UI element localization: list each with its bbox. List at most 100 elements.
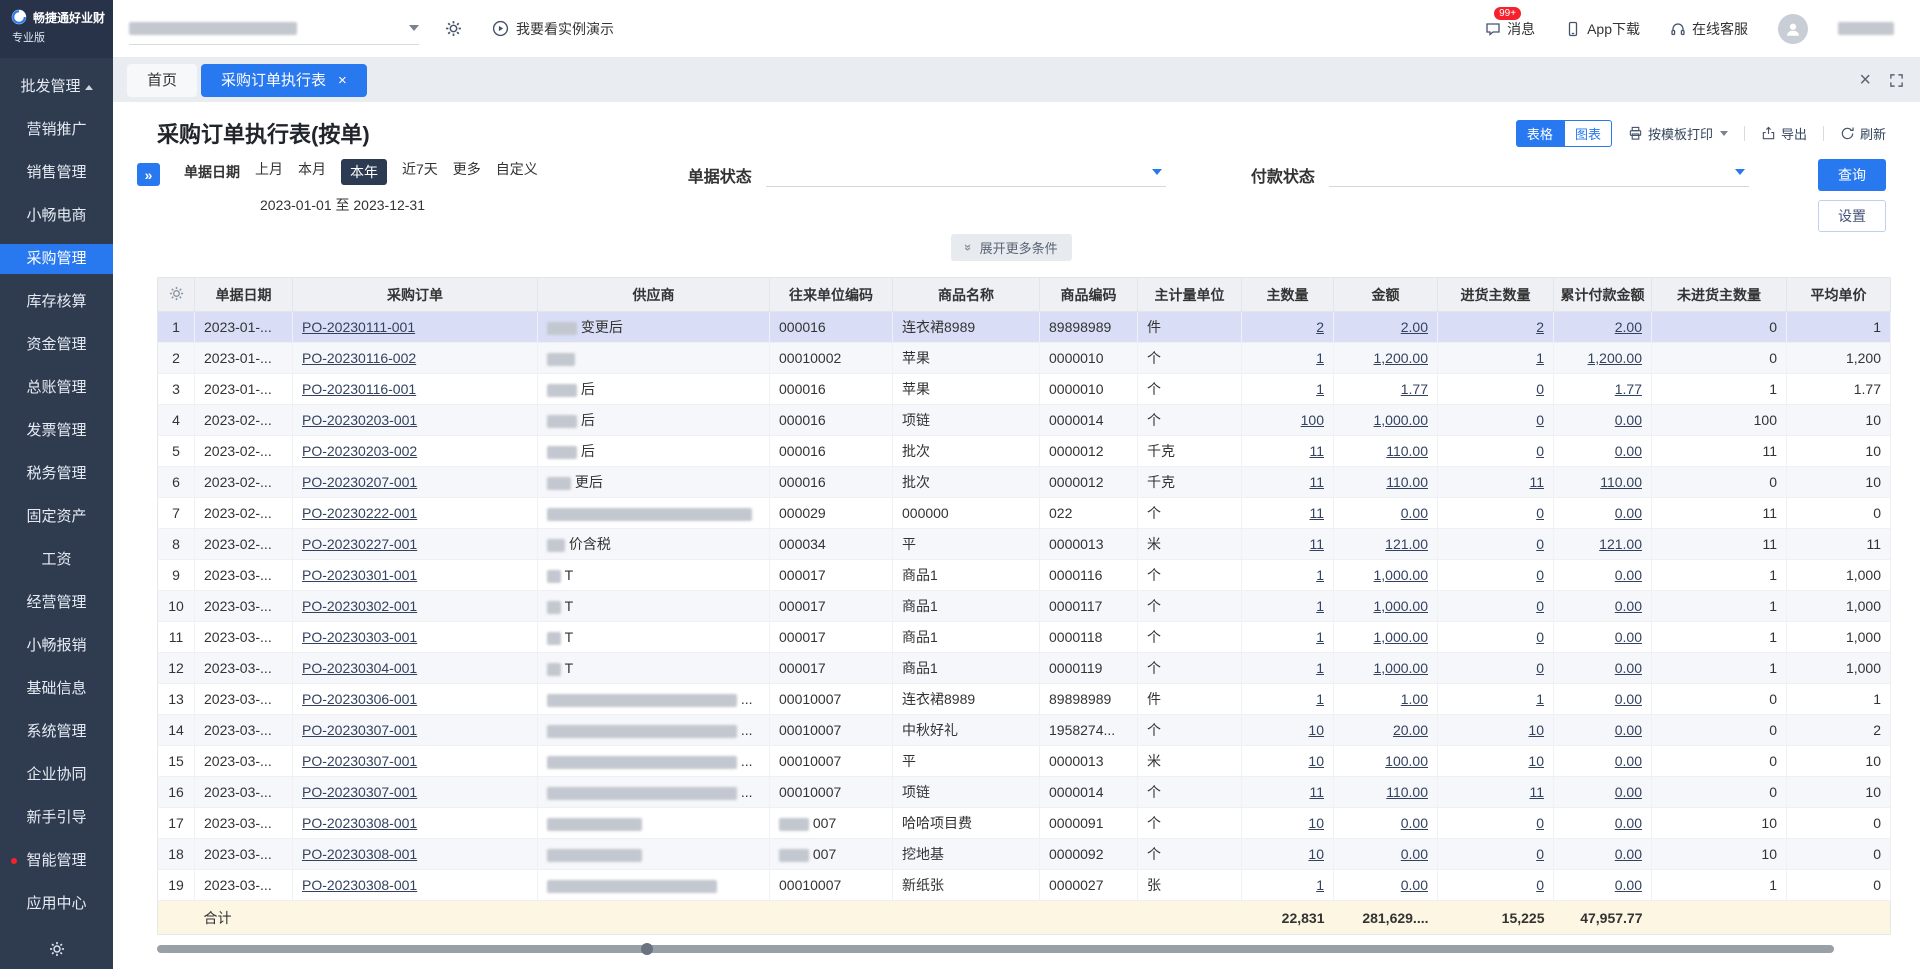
avatar[interactable] — [1778, 13, 1808, 44]
table-row[interactable]: 4 2023-02-... PO-20230203-001 后 000016 项链 000… — [157, 404, 1891, 436]
sidebar-settings-button[interactable] — [0, 929, 113, 969]
drill-link[interactable]: 0.00 — [1615, 753, 1642, 769]
sidebar-item-新手引导[interactable]: 新手引导 — [0, 803, 113, 833]
column-header[interactable]: 商品名称 — [892, 277, 1040, 312]
drill-link[interactable]: 0 — [1536, 877, 1544, 893]
drill-link[interactable]: 100 — [1301, 412, 1324, 428]
sidebar-item-资金管理[interactable]: 资金管理 — [0, 330, 113, 360]
column-settings-button[interactable] — [157, 277, 195, 312]
table-row[interactable]: 3 2023-01-... PO-20230116-001 后 000016 苹果 000… — [157, 373, 1891, 405]
sidebar-item-智能管理[interactable]: 智能管理 — [0, 846, 113, 876]
drill-link[interactable]: 0.00 — [1615, 567, 1642, 583]
drill-link[interactable]: 1,000.00 — [1374, 629, 1429, 645]
sidebar-item-发票管理[interactable]: 发票管理 — [0, 416, 113, 446]
sidebar-item-系统管理[interactable]: 系统管理 — [0, 717, 113, 747]
drill-link[interactable]: 10 — [1308, 722, 1324, 738]
sidebar-item-小畅电商[interactable]: 小畅电商 — [0, 201, 113, 231]
drill-link[interactable]: 110.00 — [1600, 474, 1642, 490]
sidebar-item-小畅报销[interactable]: 小畅报销 — [0, 631, 113, 661]
drill-link[interactable]: PO-20230307-001 — [302, 722, 417, 738]
query-button[interactable]: 查询 — [1818, 159, 1886, 191]
drill-link[interactable]: 0.00 — [1615, 443, 1642, 459]
drill-link[interactable]: 0 — [1536, 381, 1544, 397]
column-header[interactable]: 进货主数量 — [1437, 277, 1554, 312]
drill-link[interactable]: PO-20230207-001 — [302, 474, 417, 490]
drill-link[interactable]: 0 — [1536, 846, 1544, 862]
date-option-更多[interactable]: 更多 — [453, 159, 481, 185]
drill-link[interactable]: 2.00 — [1615, 319, 1642, 335]
chart-view-button[interactable]: 图表 — [1563, 119, 1612, 147]
drill-link[interactable]: PO-20230203-002 — [302, 443, 417, 459]
drill-link[interactable]: PO-20230203-001 — [302, 412, 417, 428]
table-row[interactable]: 5 2023-02-... PO-20230203-002 后 000016 批次 000… — [157, 435, 1891, 467]
drill-link[interactable]: 121.00 — [1599, 536, 1642, 552]
drill-link[interactable]: 11 — [1309, 443, 1324, 459]
drill-link[interactable]: PO-20230227-001 — [302, 536, 417, 552]
drill-link[interactable]: 1,000.00 — [1374, 598, 1429, 614]
drill-link[interactable]: 0.00 — [1401, 877, 1428, 893]
status-select[interactable] — [765, 159, 1166, 187]
drill-link[interactable]: 1 — [1316, 691, 1324, 707]
drill-link[interactable]: 0.00 — [1615, 660, 1642, 676]
sidebar-item-税务管理[interactable]: 税务管理 — [0, 459, 113, 489]
drill-link[interactable]: 0 — [1536, 660, 1544, 676]
drill-link[interactable]: 10 — [1308, 815, 1324, 831]
drill-link[interactable]: 1,000.00 — [1374, 660, 1429, 676]
sidebar-item-批发管理[interactable]: 批发管理 — [0, 72, 113, 102]
sidebar-item-销售管理[interactable]: 销售管理 — [0, 158, 113, 188]
drill-link[interactable]: 0 — [1536, 412, 1544, 428]
sidebar-item-固定资产[interactable]: 固定资产 — [0, 502, 113, 532]
topbar-settings-button[interactable] — [445, 20, 462, 37]
drill-link[interactable]: 10 — [1528, 722, 1544, 738]
date-range-value[interactable]: 2023-01-01 至 2023-12-31 — [260, 195, 538, 215]
sidebar-item-营销推广[interactable]: 营销推广 — [0, 115, 113, 145]
drill-link[interactable]: 0 — [1536, 629, 1544, 645]
drill-link[interactable]: 1 — [1316, 350, 1324, 366]
drill-link[interactable]: 1.00 — [1401, 691, 1428, 707]
demo-link[interactable]: 我要看实例演示 — [492, 19, 614, 39]
scrollbar-knob[interactable] — [641, 943, 654, 955]
drill-link[interactable]: 11 — [1309, 505, 1324, 521]
table-row[interactable]: 1 2023-01-... PO-20230111-001 变更后 000016 连衣裙… — [157, 311, 1891, 343]
drill-link[interactable]: PO-20230304-001 — [302, 660, 417, 676]
drill-link[interactable]: 0.00 — [1401, 846, 1428, 862]
close-icon[interactable]: × — [1859, 70, 1871, 90]
drill-link[interactable]: 1 — [1316, 877, 1324, 893]
column-header[interactable]: 未进货主数量 — [1651, 277, 1787, 312]
drill-link[interactable]: 10 — [1308, 753, 1324, 769]
sidebar-item-基础信息[interactable]: 基础信息 — [0, 674, 113, 704]
settings-button[interactable]: 设置 — [1818, 200, 1886, 232]
drill-link[interactable]: 1 — [1536, 691, 1544, 707]
column-header[interactable]: 累计付款金额 — [1553, 277, 1652, 312]
table-row[interactable]: 17 2023-03-... PO-20230308-001 007 哈哈项目费 000… — [157, 807, 1891, 839]
refresh-button[interactable]: 刷新 — [1840, 124, 1886, 143]
drill-link[interactable]: 1,000.00 — [1374, 412, 1429, 428]
table-row[interactable]: 2 2023-01-... PO-20230116-002 00010002 苹果 00… — [157, 342, 1891, 374]
drill-link[interactable]: 100.00 — [1385, 753, 1428, 769]
drill-link[interactable]: PO-20230116-002 — [302, 350, 416, 366]
drill-link[interactable]: PO-20230222-001 — [302, 505, 417, 521]
drill-link[interactable]: 20.00 — [1393, 722, 1428, 738]
tab-home[interactable]: 首页 — [127, 64, 198, 97]
app-download-button[interactable]: App下载 — [1565, 19, 1640, 39]
drill-link[interactable]: 0 — [1536, 536, 1544, 552]
drill-link[interactable]: 0.00 — [1401, 815, 1428, 831]
drill-link[interactable]: 0.00 — [1615, 846, 1642, 862]
date-option-上月[interactable]: 上月 — [255, 159, 283, 185]
table-row[interactable]: 10 2023-03-... PO-20230302-001 T 000017 商品1 0… — [157, 590, 1891, 622]
column-header[interactable]: 采购订单 — [292, 277, 538, 312]
drill-link[interactable]: 110.00 — [1386, 443, 1428, 459]
column-header[interactable]: 平均单价 — [1786, 277, 1891, 312]
drill-link[interactable]: PO-20230302-001 — [302, 598, 417, 614]
drill-link[interactable]: 0.00 — [1401, 505, 1428, 521]
table-view-button[interactable]: 表格 — [1515, 119, 1564, 147]
drill-link[interactable]: 0.00 — [1615, 877, 1642, 893]
table-row[interactable]: 11 2023-03-... PO-20230303-001 T 000017 商品1 0… — [157, 621, 1891, 653]
date-option-本年[interactable]: 本年 — [341, 159, 387, 185]
table-row[interactable]: 18 2023-03-... PO-20230308-001 007 挖地基 00000… — [157, 838, 1891, 870]
column-header[interactable]: 商品编码 — [1039, 277, 1138, 312]
sidebar-item-经营管理[interactable]: 经营管理 — [0, 588, 113, 618]
drill-link[interactable]: 11 — [1529, 784, 1544, 800]
sidebar-item-总账管理[interactable]: 总账管理 — [0, 373, 113, 403]
table-row[interactable]: 19 2023-03-... PO-20230308-001 00010007 新纸张… — [157, 869, 1891, 901]
